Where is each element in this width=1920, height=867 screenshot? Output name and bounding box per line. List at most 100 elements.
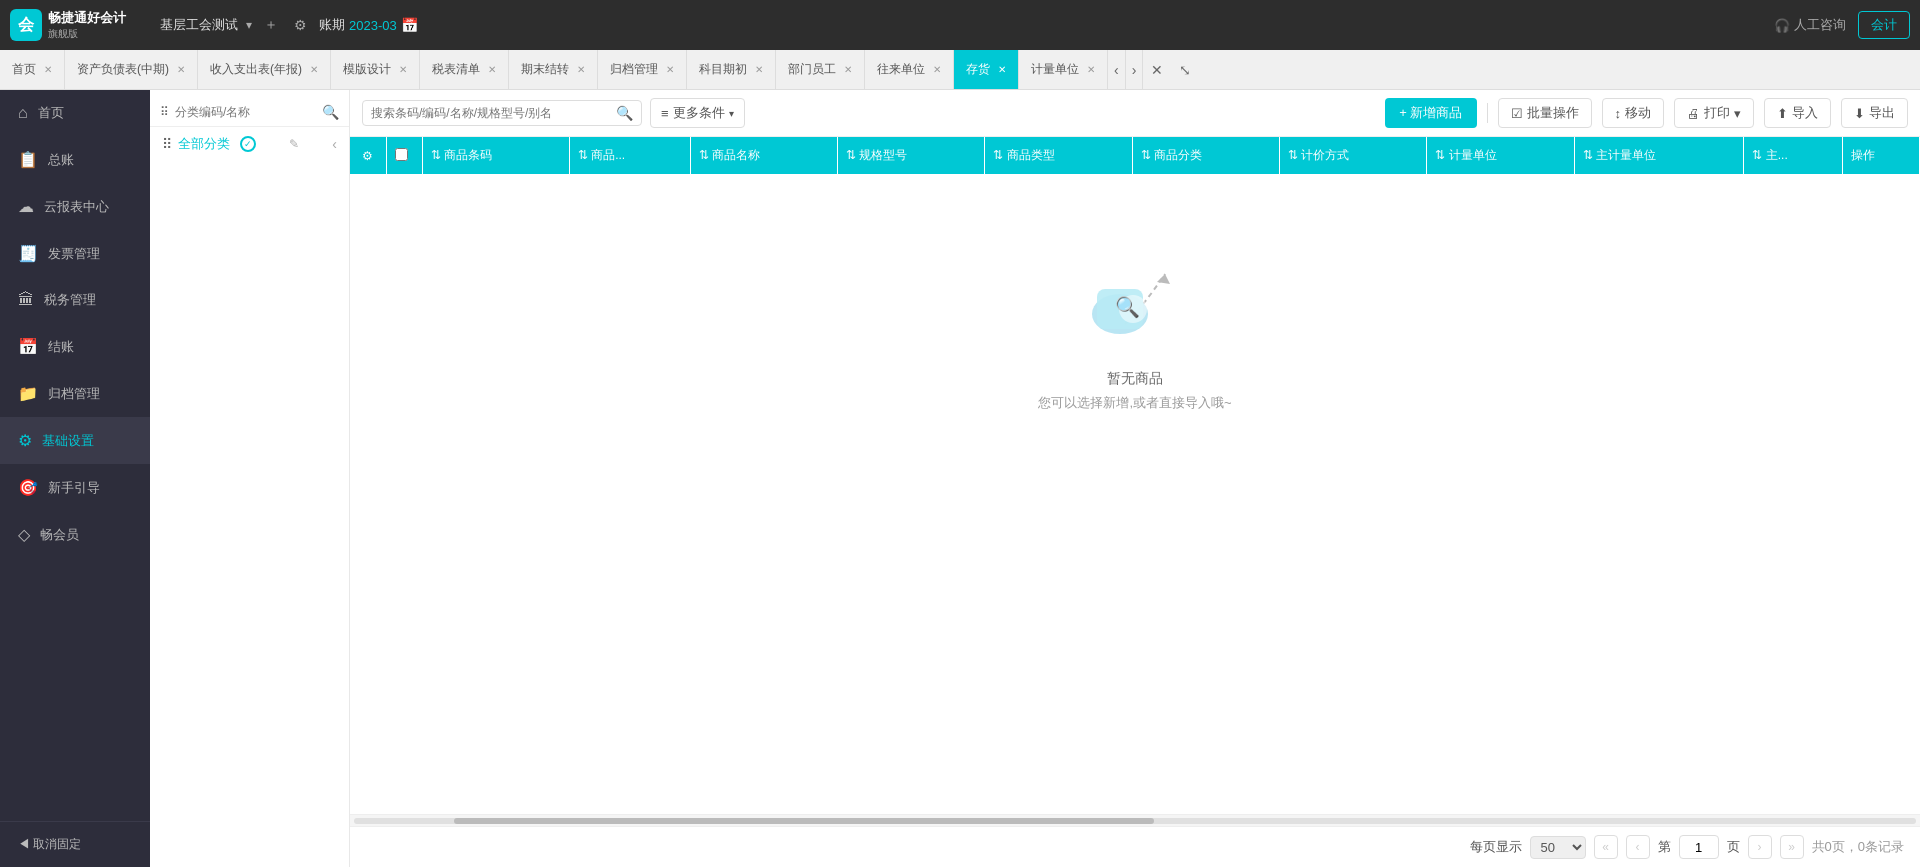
tab-close-all-icon[interactable]: ✕ [1143,50,1171,90]
page-last-button[interactable]: » [1780,835,1804,859]
sidebar-item-archive[interactable]: 📁 归档管理 [0,370,150,417]
period-display: 账期 2023-03 📅 [319,16,418,34]
page-prev-button[interactable]: ‹ [1626,835,1650,859]
service-label: 人工咨询 [1794,16,1846,34]
tab-资产负债表[interactable]: 资产负债表(中期) ✕ [65,50,198,90]
col-type[interactable]: ⇅ 商品类型 [985,137,1132,174]
category-all[interactable]: ⠿ 全部分类 ✓ ✎ ‹ [150,127,349,161]
tab-计量单位[interactable]: 计量单位 ✕ [1019,50,1108,90]
batch-button[interactable]: ☑ 批量操作 [1498,98,1592,128]
empty-state: 🔍 暂无商品 您可以选择新增,或者直接导入哦~ [350,174,1920,472]
col-category[interactable]: ⇅ 商品分类 [1132,137,1279,174]
settings-workspace-icon[interactable]: ⚙ [290,13,311,37]
tab-模版设计[interactable]: 模版设计 ✕ [331,50,420,90]
workspace-name[interactable]: 基层工会测试 [160,16,238,34]
tab-归档管理[interactable]: 归档管理 ✕ [598,50,687,90]
account-button[interactable]: 会计 [1858,11,1910,39]
add-product-button[interactable]: + 新增商品 [1385,98,1476,128]
unpin-button[interactable]: ◀ 取消固定 [0,821,150,867]
tab-首页[interactable]: 首页 ✕ [0,50,65,90]
import-button[interactable]: ⬆ 导入 [1764,98,1831,128]
sidebar-item-member[interactable]: ◇ 畅会员 [0,511,150,558]
category-label: 全部分类 [178,135,230,153]
tab-往来单位[interactable]: 往来单位 ✕ [865,50,954,90]
page-next-button[interactable]: › [1748,835,1772,859]
tab-close-icon[interactable]: ✕ [488,64,496,75]
tab-存货[interactable]: 存货 ✕ [954,50,1019,90]
col-main-abbr[interactable]: ⇅ 主... [1744,137,1842,174]
tab-scroll-left-icon[interactable]: ‹ [1108,50,1126,90]
print-label: 打印 [1704,104,1730,122]
sidebar-item-home[interactable]: ⌂ 首页 [0,90,150,136]
tab-close-icon[interactable]: ✕ [399,64,407,75]
category-search-input[interactable] [175,105,316,119]
sidebar-item-checkout[interactable]: 📅 结账 [0,323,150,370]
filter-button[interactable]: ≡ 更多条件 ▾ [650,98,745,128]
tab-close-icon[interactable]: ✕ [998,64,1006,75]
calendar-icon[interactable]: 📅 [401,17,418,33]
col-unit[interactable]: ⇅ 计量单位 [1427,137,1574,174]
col-main-unit[interactable]: ⇅ 主计量单位 [1574,137,1744,174]
tab-expand-icon[interactable]: ⤡ [1171,50,1199,90]
print-button[interactable]: 🖨 打印 ▾ [1674,98,1754,128]
scrollbar-track [354,818,1916,824]
table-scrollbar[interactable] [350,814,1920,826]
tab-close-icon[interactable]: ✕ [755,64,763,75]
category-dot-icon: ✓ [240,136,256,152]
category-collapse-icon[interactable]: ‹ [332,136,337,152]
workspace-dropdown-icon[interactable]: ▾ [246,18,252,32]
col-check[interactable] [386,137,422,174]
search-input[interactable] [371,106,610,120]
tab-收入支出表[interactable]: 收入支出表(年报) ✕ [198,50,331,90]
col-code[interactable]: ⇅ 商品... [569,137,690,174]
sidebar-item-label: 总账 [48,151,74,169]
sidebar-item-settings[interactable]: ⚙ 基础设置 [0,417,150,464]
empty-title: 暂无商品 [1107,370,1163,388]
sidebar-item-ledger[interactable]: 📋 总账 [0,136,150,183]
sidebar-item-reports[interactable]: ☁ 云报表中心 [0,183,150,230]
category-grid-icon[interactable]: ⠿ [160,105,169,119]
col-price-method[interactable]: ⇅ 计价方式 [1279,137,1426,174]
sidebar: ⌂ 首页 📋 总账 ☁ 云报表中心 🧾 发票管理 🏛 税务管理 📅 结账 📁 归… [0,90,150,867]
per-page-select[interactable]: 50 10 20 100 [1530,836,1586,859]
tab-科目期初[interactable]: 科目期初 ✕ [687,50,776,90]
tab-close-icon[interactable]: ✕ [44,64,52,75]
page-total-info: 共0页，0条记录 [1812,838,1904,856]
tab-部门员工[interactable]: 部门员工 ✕ [776,50,865,90]
sidebar-item-invoice[interactable]: 🧾 发票管理 [0,230,150,277]
scrollbar-thumb[interactable] [454,818,1154,824]
tab-close-icon[interactable]: ✕ [844,64,852,75]
tab-close-icon[interactable]: ✕ [310,64,318,75]
export-button[interactable]: ⬇ 导出 [1841,98,1908,128]
invoice-icon: 🧾 [18,244,38,263]
col-gear[interactable]: ⚙ [350,137,386,174]
tab-期末结转[interactable]: 期末结转 ✕ [509,50,598,90]
tab-close-icon[interactable]: ✕ [577,64,585,75]
filter-label: 更多条件 [673,104,725,122]
sidebar-item-tax[interactable]: 🏛 税务管理 [0,277,150,323]
logo-sub: 旗舰版 [48,27,126,41]
tab-close-icon[interactable]: ✕ [933,64,941,75]
logo-text: 畅捷通好会计 旗舰版 [48,9,126,41]
page-input[interactable] [1679,835,1719,859]
col-name[interactable]: ⇅ 商品名称 [690,137,837,174]
select-all-checkbox[interactable] [395,148,408,161]
col-barcode[interactable]: ⇅ 商品条码 [422,137,569,174]
category-edit-icon[interactable]: ✎ [289,137,299,151]
sidebar-item-guide[interactable]: 🎯 新手引导 [0,464,150,511]
tab-scroll-right-icon[interactable]: › [1126,50,1144,90]
tab-税表清单[interactable]: 税表清单 ✕ [420,50,509,90]
tab-close-icon[interactable]: ✕ [177,64,185,75]
sidebar-item-label: 首页 [38,104,64,122]
page-first-button[interactable]: « [1594,835,1618,859]
move-button[interactable]: ↕ 移动 [1602,98,1665,128]
category-search-icon[interactable]: 🔍 [322,104,339,120]
service-button[interactable]: 🎧 人工咨询 [1774,16,1846,34]
tab-close-icon[interactable]: ✕ [666,64,674,75]
search-icon[interactable]: 🔍 [616,105,633,121]
col-spec[interactable]: ⇅ 规格型号 [838,137,985,174]
tab-label: 税表清单 [432,61,480,78]
page-end-label: 页 [1727,838,1740,856]
tab-close-icon[interactable]: ✕ [1087,64,1095,75]
add-workspace-icon[interactable]: ＋ [260,12,282,38]
